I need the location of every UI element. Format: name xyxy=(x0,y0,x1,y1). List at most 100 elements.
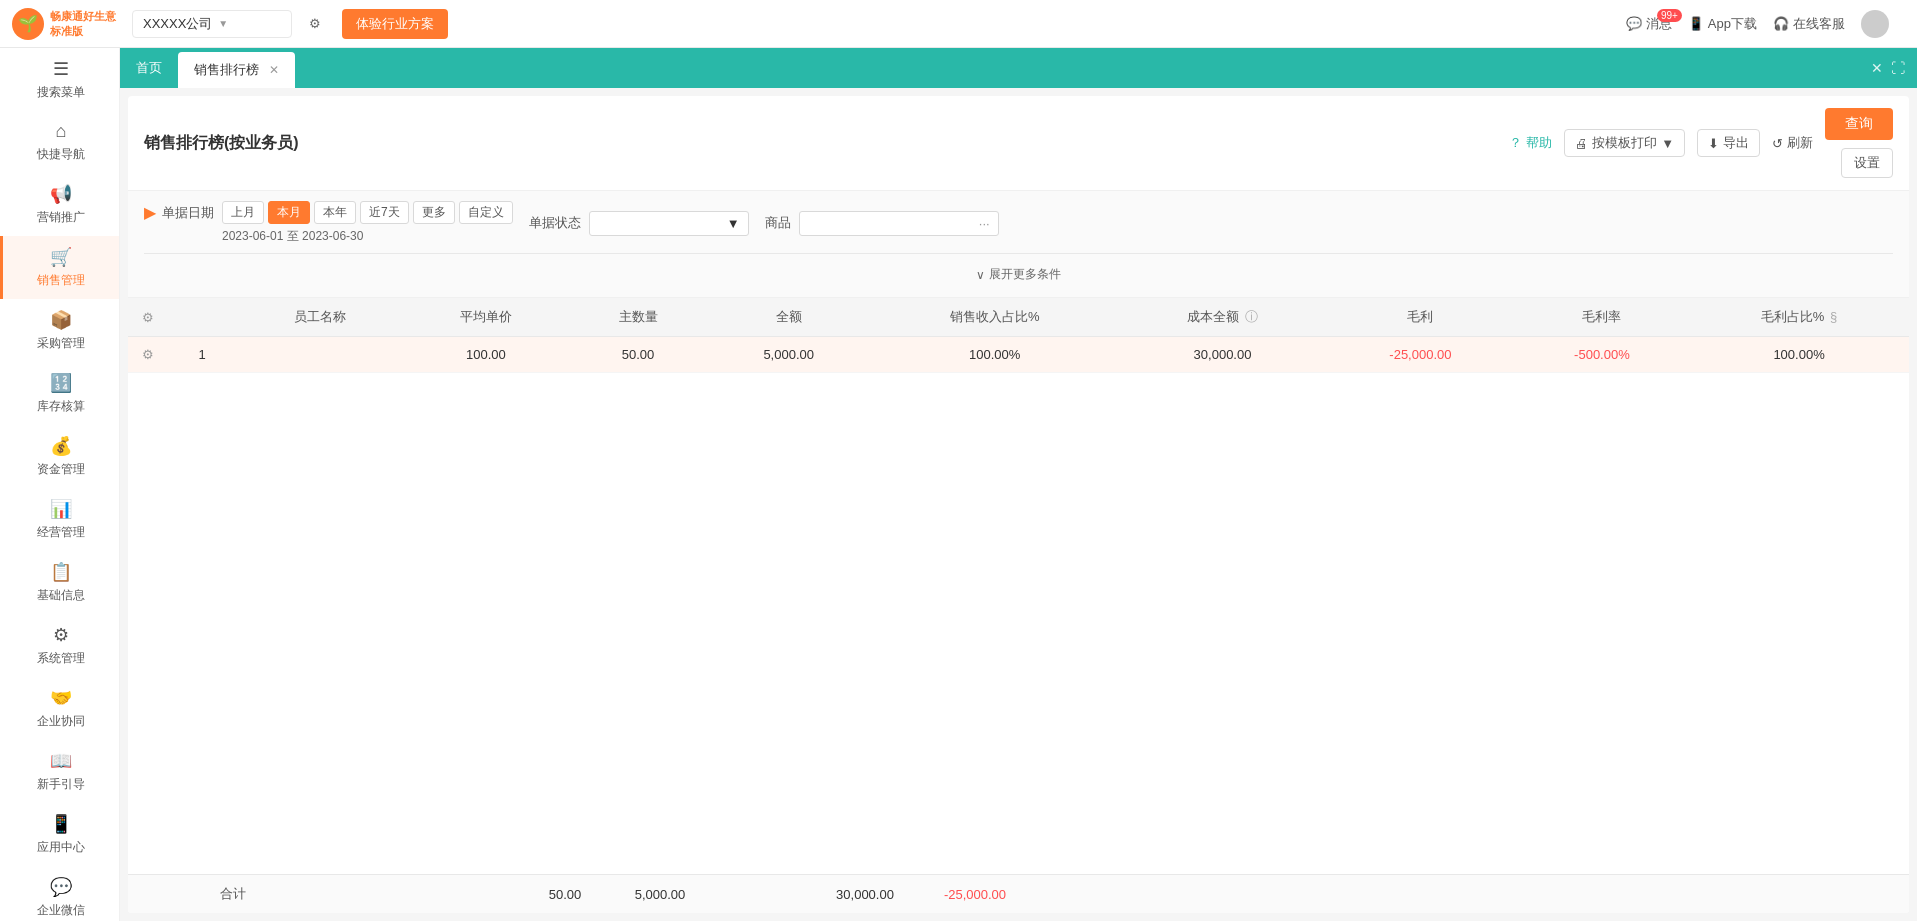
row-settings-icon[interactable]: ⚙ xyxy=(128,337,168,373)
sidebar-item-finance[interactable]: 💰 资金管理 xyxy=(0,425,119,488)
tab-home[interactable]: 首页 xyxy=(120,48,178,88)
app-icon: 📱 xyxy=(1688,16,1704,31)
guide-icon: 📖 xyxy=(50,750,72,772)
sidebar-item-marketing[interactable]: 📢 营销推广 xyxy=(0,173,119,236)
message-button[interactable]: 💬 消息 99+ xyxy=(1626,15,1672,33)
settings-button[interactable]: 设置 xyxy=(1841,148,1893,178)
printer-icon: 🖨 xyxy=(1575,136,1588,151)
sales-icon: 🛒 xyxy=(50,246,72,268)
right-actions: 查询 设置 xyxy=(1825,108,1893,178)
date-this-year-btn[interactable]: 本年 xyxy=(314,201,356,224)
settings-icon-btn[interactable]: ⚙ xyxy=(300,9,330,39)
date-more-btn[interactable]: 更多 xyxy=(413,201,455,224)
sidebar: ☰ 搜索菜单 ⌂ 快捷导航 📢 营销推广 🛒 销售管理 📦 采购管理 🔢 库存核… xyxy=(0,48,120,921)
status-label: 单据状态 xyxy=(529,214,581,232)
wechat-icon: 💬 xyxy=(50,876,72,898)
headset-icon: 🎧 xyxy=(1773,16,1789,31)
col-settings[interactable]: ⚙ xyxy=(128,298,168,337)
row-profit-pct: 100.00% xyxy=(1689,337,1909,373)
sidebar-item-guide[interactable]: 📖 新手引导 xyxy=(0,740,119,803)
date-range-text: 2023-06-01 至 2023-06-30 xyxy=(222,228,513,245)
expand-window-icon[interactable]: ⛶ xyxy=(1891,60,1905,76)
sidebar-item-search[interactable]: ☰ 搜索菜单 xyxy=(0,48,119,111)
basics-icon: 📋 xyxy=(50,561,72,583)
avatar[interactable] xyxy=(1861,10,1889,38)
print-button[interactable]: 🖨 按模板打印 ▼ xyxy=(1564,129,1685,157)
col-cost: 成本全额 ⓘ xyxy=(1119,298,1326,337)
col-rank xyxy=(168,298,236,337)
status-chevron-icon: ▼ xyxy=(727,216,740,231)
sidebar-item-wechat[interactable]: 💬 企业微信 xyxy=(0,866,119,921)
company-selector[interactable]: XXXXX公司 ▼ xyxy=(132,10,292,38)
app-download-button[interactable]: 📱 App下载 xyxy=(1688,15,1757,33)
date-last-month-btn[interactable]: 上月 xyxy=(222,201,264,224)
sidebar-item-sales[interactable]: 🛒 销售管理 xyxy=(0,236,119,299)
table-row: ⚙ 1 100.00 50.00 5,000.00 100.00% 30,000… xyxy=(128,337,1909,373)
logo-icon: 🌱 xyxy=(12,8,44,40)
online-service-button[interactable]: 🎧 在线客服 xyxy=(1773,15,1845,33)
sidebar-label-finance: 资金管理 xyxy=(37,461,85,478)
col-main-qty: 主数量 xyxy=(569,298,707,337)
chevron-down-icon: ▼ xyxy=(218,18,228,29)
expand-more-button[interactable]: ∨ 展开更多条件 xyxy=(144,262,1893,287)
sidebar-item-inventory[interactable]: 🔢 库存核算 xyxy=(0,362,119,425)
table-container: ⚙ 员工名称 平均单价 主数量 全额 销售收入占比% 成本全额 ⓘ 毛利 xyxy=(128,298,1909,874)
sidebar-item-basics[interactable]: 📋 基础信息 xyxy=(0,551,119,614)
goods-input[interactable]: ··· xyxy=(799,211,999,236)
row-profit: -25,000.00 xyxy=(1326,337,1515,373)
col-sales-pct: 销售收入占比% xyxy=(870,298,1119,337)
export-button[interactable]: ⬇ 导出 xyxy=(1697,129,1760,157)
row-cost: 30,000.00 xyxy=(1119,337,1326,373)
page-title: 销售排行榜(按业务员) xyxy=(144,133,1509,154)
operations-icon: 📊 xyxy=(50,498,72,520)
status-select[interactable]: ▼ xyxy=(589,211,749,236)
search-icon: ☰ xyxy=(53,58,69,80)
refresh-icon: ↺ xyxy=(1772,136,1783,151)
top-right: 💬 消息 99+ 📱 App下载 🎧 在线客服 xyxy=(1626,10,1905,38)
home-tab-label: 首页 xyxy=(136,59,162,77)
date-custom-btn[interactable]: 自定义 xyxy=(459,201,513,224)
col-amount: 全额 xyxy=(707,298,870,337)
message-icon: 💬 xyxy=(1626,16,1642,31)
sidebar-item-collab[interactable]: 🤝 企业协同 xyxy=(0,677,119,740)
try-industry-button[interactable]: 体验行业方案 xyxy=(342,9,448,39)
sidebar-label-apps: 应用中心 xyxy=(37,839,85,856)
footer-main-qty: 50.00 xyxy=(520,887,610,902)
company-name: XXXXX公司 xyxy=(143,15,212,33)
row-avg-price: 100.00 xyxy=(403,337,569,373)
sidebar-label-purchase: 采购管理 xyxy=(37,335,85,352)
sales-ranking-tab-label: 销售排行榜 xyxy=(194,61,259,79)
query-button[interactable]: 查询 xyxy=(1825,108,1893,140)
col-profit-pct: 毛利占比% § xyxy=(1689,298,1909,337)
chevron-down-icon: ∨ xyxy=(976,268,985,282)
refresh-button[interactable]: ↺ 刷新 xyxy=(1772,134,1813,152)
purchase-icon: 📦 xyxy=(50,309,72,331)
row-sales-pct: 100.00% xyxy=(870,337,1119,373)
sidebar-item-quicknav[interactable]: ⌂ 快捷导航 xyxy=(0,111,119,173)
home-icon: ⌂ xyxy=(56,121,67,142)
sidebar-item-purchase[interactable]: 📦 采购管理 xyxy=(0,299,119,362)
filter-arrow-icon[interactable]: ▶ xyxy=(144,203,156,222)
help-button[interactable]: ？ 帮助 xyxy=(1509,134,1552,152)
sidebar-label-marketing: 营销推广 xyxy=(37,209,85,226)
goods-dots-icon[interactable]: ··· xyxy=(979,216,990,231)
close-window-icon[interactable]: ✕ xyxy=(1871,60,1883,76)
export-icon: ⬇ xyxy=(1708,136,1719,151)
footer-profit: -25,000.00 xyxy=(920,887,1030,902)
footer-cost: 30,000.00 xyxy=(810,887,920,902)
date-7days-btn[interactable]: 近7天 xyxy=(360,201,409,224)
sidebar-item-system[interactable]: ⚙ 系统管理 xyxy=(0,614,119,677)
col-avg-price: 平均单价 xyxy=(403,298,569,337)
cost-info-icon: ⓘ xyxy=(1245,309,1258,324)
tab-close-icon[interactable]: ✕ xyxy=(269,63,279,77)
logo-area: 🌱 畅康通好生意 标准版 xyxy=(12,8,132,40)
row-rank: 1 xyxy=(168,337,236,373)
sidebar-label-search: 搜索菜单 xyxy=(37,84,85,101)
sidebar-item-apps[interactable]: 📱 应用中心 xyxy=(0,803,119,866)
sidebar-item-operations[interactable]: 📊 经营管理 xyxy=(0,488,119,551)
tab-sales-ranking[interactable]: 销售排行榜 ✕ xyxy=(178,52,295,88)
footer-amount: 5,000.00 xyxy=(610,887,710,902)
date-this-month-btn[interactable]: 本月 xyxy=(268,201,310,224)
marketing-icon: 📢 xyxy=(50,183,72,205)
apps-icon: 📱 xyxy=(50,813,72,835)
